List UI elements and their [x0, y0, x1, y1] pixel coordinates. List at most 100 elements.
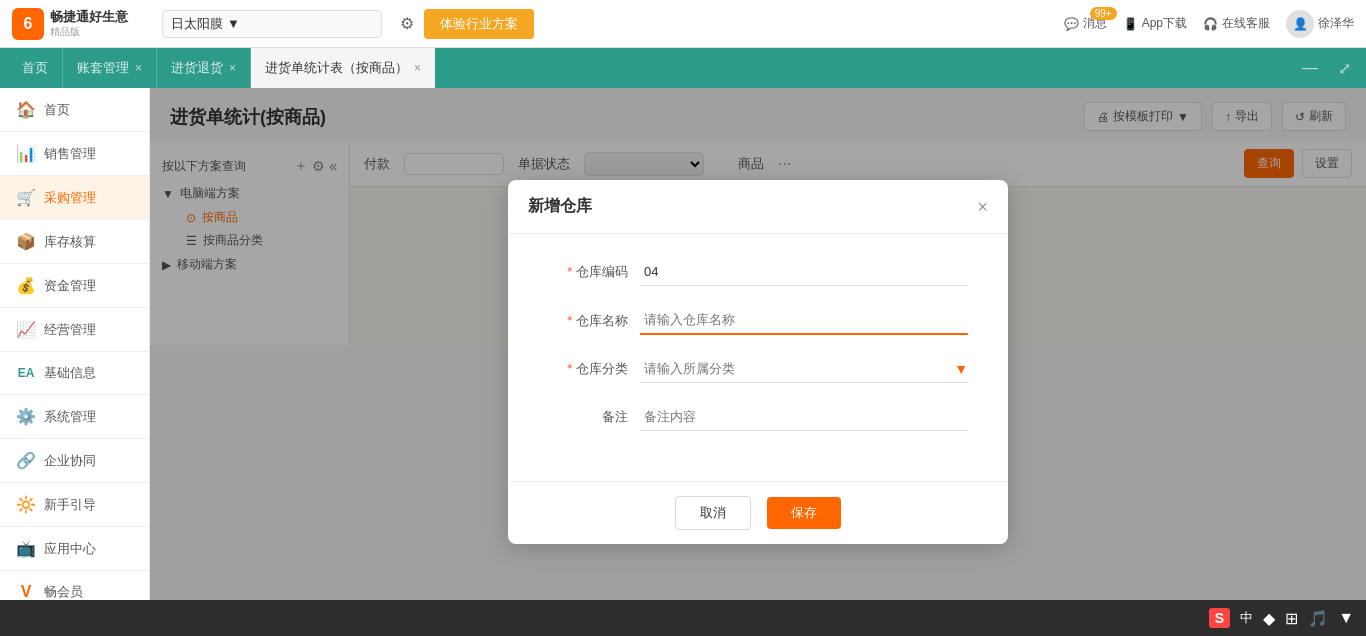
- new-warehouse-dialog: 新增仓库 × 仓库编码 仓库名称 仓库分类: [508, 180, 1008, 544]
- category-dropdown-icon: ▼: [954, 361, 968, 377]
- sidebar-item-enterprise[interactable]: 🔗 企业协同: [0, 439, 149, 483]
- tab-purchase-stats-close-icon[interactable]: ×: [414, 61, 421, 75]
- sidebar-enterprise-label: 企业协同: [44, 452, 96, 470]
- operation-icon: 📈: [16, 320, 36, 339]
- enterprise-icon: 🔗: [16, 451, 36, 470]
- sidebar-item-guide[interactable]: 🔆 新手引导: [0, 483, 149, 527]
- s-logo: S: [1209, 608, 1230, 628]
- sidebar-finance-label: 资金管理: [44, 277, 96, 295]
- main-layout: 🏠 首页 📊 销售管理 🛒 采购管理 📦 库存核算 💰 资金管理 📈 经营管理 …: [0, 88, 1366, 636]
- bottom-bar: S 中 ◆ ⊞ 🎵 ▼: [0, 600, 1366, 636]
- tab-purchase-return-close-icon[interactable]: ×: [229, 61, 236, 75]
- sidebar-system-label: 系统管理: [44, 408, 96, 426]
- dialog-footer: 取消 保存: [508, 481, 1008, 544]
- purchase-icon: 🛒: [16, 188, 36, 207]
- bottom-music-icon[interactable]: 🎵: [1308, 609, 1328, 628]
- dialog-title: 新增仓库: [528, 196, 592, 217]
- category-label: 仓库分类: [548, 360, 628, 378]
- save-button[interactable]: 保存: [767, 497, 841, 529]
- dialog-body: 仓库编码 仓库名称 仓库分类 ▼: [508, 234, 1008, 481]
- modal-overlay[interactable]: 新增仓库 × 仓库编码 仓库名称 仓库分类: [150, 88, 1366, 636]
- app-download-item[interactable]: 📱 App下载: [1123, 15, 1187, 32]
- try-industry-button[interactable]: 体验行业方案: [424, 9, 534, 39]
- home-icon: 🏠: [16, 100, 36, 119]
- bottom-zhong-label[interactable]: 中: [1240, 609, 1253, 627]
- tab-account[interactable]: 账套管理 ×: [63, 48, 157, 88]
- sidebar-item-inventory[interactable]: 📦 库存核算: [0, 220, 149, 264]
- finance-icon: 💰: [16, 276, 36, 295]
- tab-account-close-icon[interactable]: ×: [135, 61, 142, 75]
- remark-label: 备注: [548, 408, 628, 426]
- form-row-category: 仓库分类 ▼: [548, 355, 968, 383]
- sidebar: 🏠 首页 📊 销售管理 🛒 采购管理 📦 库存核算 💰 资金管理 📈 经营管理 …: [0, 88, 150, 636]
- bottom-diamond-icon[interactable]: ◆: [1263, 609, 1275, 628]
- sidebar-guide-label: 新手引导: [44, 496, 96, 514]
- online-service-label: 在线客服: [1222, 15, 1270, 32]
- name-label: 仓库名称: [548, 312, 628, 330]
- tabs-bar: 首页 账套管理 × 进货退货 × 进货单统计表（按商品） × — ⤢: [0, 48, 1366, 88]
- sidebar-inventory-label: 库存核算: [44, 233, 96, 251]
- message-item[interactable]: 💬 消息 99+: [1064, 15, 1107, 32]
- logo-area: 6 畅捷通好生意 精品版: [12, 8, 162, 40]
- cancel-button[interactable]: 取消: [675, 496, 751, 530]
- inventory-icon: 📦: [16, 232, 36, 251]
- category-wrapper[interactable]: ▼: [640, 355, 968, 383]
- form-row-remark: 备注: [548, 403, 968, 431]
- logo-text: 畅捷通好生意 精品版: [50, 9, 128, 39]
- username-label: 徐泽华: [1318, 15, 1354, 32]
- search-arrow-icon: ▼: [227, 16, 240, 31]
- settings-icon[interactable]: ⚙: [400, 14, 414, 33]
- online-service-item[interactable]: 🎧 在线客服: [1203, 15, 1270, 32]
- sales-icon: 📊: [16, 144, 36, 163]
- avatar: 👤: [1286, 10, 1314, 38]
- basic-info-icon: EA: [16, 366, 36, 380]
- app-download-label: App下载: [1142, 15, 1187, 32]
- form-row-code: 仓库编码: [548, 258, 968, 286]
- tab-account-label: 账套管理: [77, 59, 129, 77]
- sidebar-operation-label: 经营管理: [44, 321, 96, 339]
- member-icon: V: [16, 583, 36, 601]
- sidebar-app-label: 应用中心: [44, 540, 96, 558]
- sidebar-item-operation[interactable]: 📈 经营管理: [0, 308, 149, 352]
- tabs-minimize-icon[interactable]: —: [1296, 54, 1324, 82]
- sidebar-item-app[interactable]: 📺 应用中心: [0, 527, 149, 571]
- name-input[interactable]: [640, 306, 968, 335]
- tab-purchase-return-label: 进货退货: [171, 59, 223, 77]
- top-header: 6 畅捷通好生意 精品版 日太阳膜 ▼ ⚙ 体验行业方案 💬 消息 99+ 📱 …: [0, 0, 1366, 48]
- tab-purchase-return[interactable]: 进货退货 ×: [157, 48, 251, 88]
- bottom-grid-icon[interactable]: ⊞: [1285, 609, 1298, 628]
- sidebar-item-home[interactable]: 🏠 首页: [0, 88, 149, 132]
- bottom-arrow-icon[interactable]: ▼: [1338, 609, 1354, 627]
- dialog-header: 新增仓库 ×: [508, 180, 1008, 234]
- tab-purchase-stats-label: 进货单统计表（按商品）: [265, 59, 408, 77]
- sidebar-purchase-label: 采购管理: [44, 189, 96, 207]
- content-area: 进货单统计(按商品) 🖨 按模板打印 ▼ ↑ 导出 ↺ 刷新: [150, 88, 1366, 636]
- user-item[interactable]: 👤 徐泽华: [1286, 10, 1354, 38]
- category-input[interactable]: [640, 355, 950, 382]
- message-icon: 💬: [1064, 17, 1079, 31]
- message-badge: 99+: [1090, 7, 1117, 20]
- code-input[interactable]: [640, 258, 968, 286]
- phone-icon: 📱: [1123, 17, 1138, 31]
- headset-icon: 🎧: [1203, 17, 1218, 31]
- sidebar-item-basic-info[interactable]: EA 基础信息: [0, 352, 149, 395]
- code-label: 仓库编码: [548, 263, 628, 281]
- tab-home[interactable]: 首页: [8, 48, 63, 88]
- remark-input[interactable]: [640, 403, 968, 431]
- tabs-expand-icon[interactable]: ⤢: [1330, 54, 1358, 82]
- sidebar-member-label: 畅会员: [44, 583, 83, 601]
- sidebar-item-purchase[interactable]: 🛒 采购管理: [0, 176, 149, 220]
- sidebar-item-finance[interactable]: 💰 资金管理: [0, 264, 149, 308]
- sidebar-home-label: 首页: [44, 101, 70, 119]
- guide-icon: 🔆: [16, 495, 36, 514]
- dialog-close-button[interactable]: ×: [977, 198, 988, 216]
- sidebar-item-sales[interactable]: 📊 销售管理: [0, 132, 149, 176]
- sidebar-item-system[interactable]: ⚙️ 系统管理: [0, 395, 149, 439]
- header-search-box[interactable]: 日太阳膜 ▼: [162, 10, 382, 38]
- header-right: 💬 消息 99+ 📱 App下载 🎧 在线客服 👤 徐泽华: [1064, 10, 1354, 38]
- sidebar-basic-info-label: 基础信息: [44, 364, 96, 382]
- tab-purchase-stats[interactable]: 进货单统计表（按商品） ×: [251, 48, 435, 88]
- search-value: 日太阳膜: [171, 15, 223, 33]
- sidebar-sales-label: 销售管理: [44, 145, 96, 163]
- form-row-name: 仓库名称: [548, 306, 968, 335]
